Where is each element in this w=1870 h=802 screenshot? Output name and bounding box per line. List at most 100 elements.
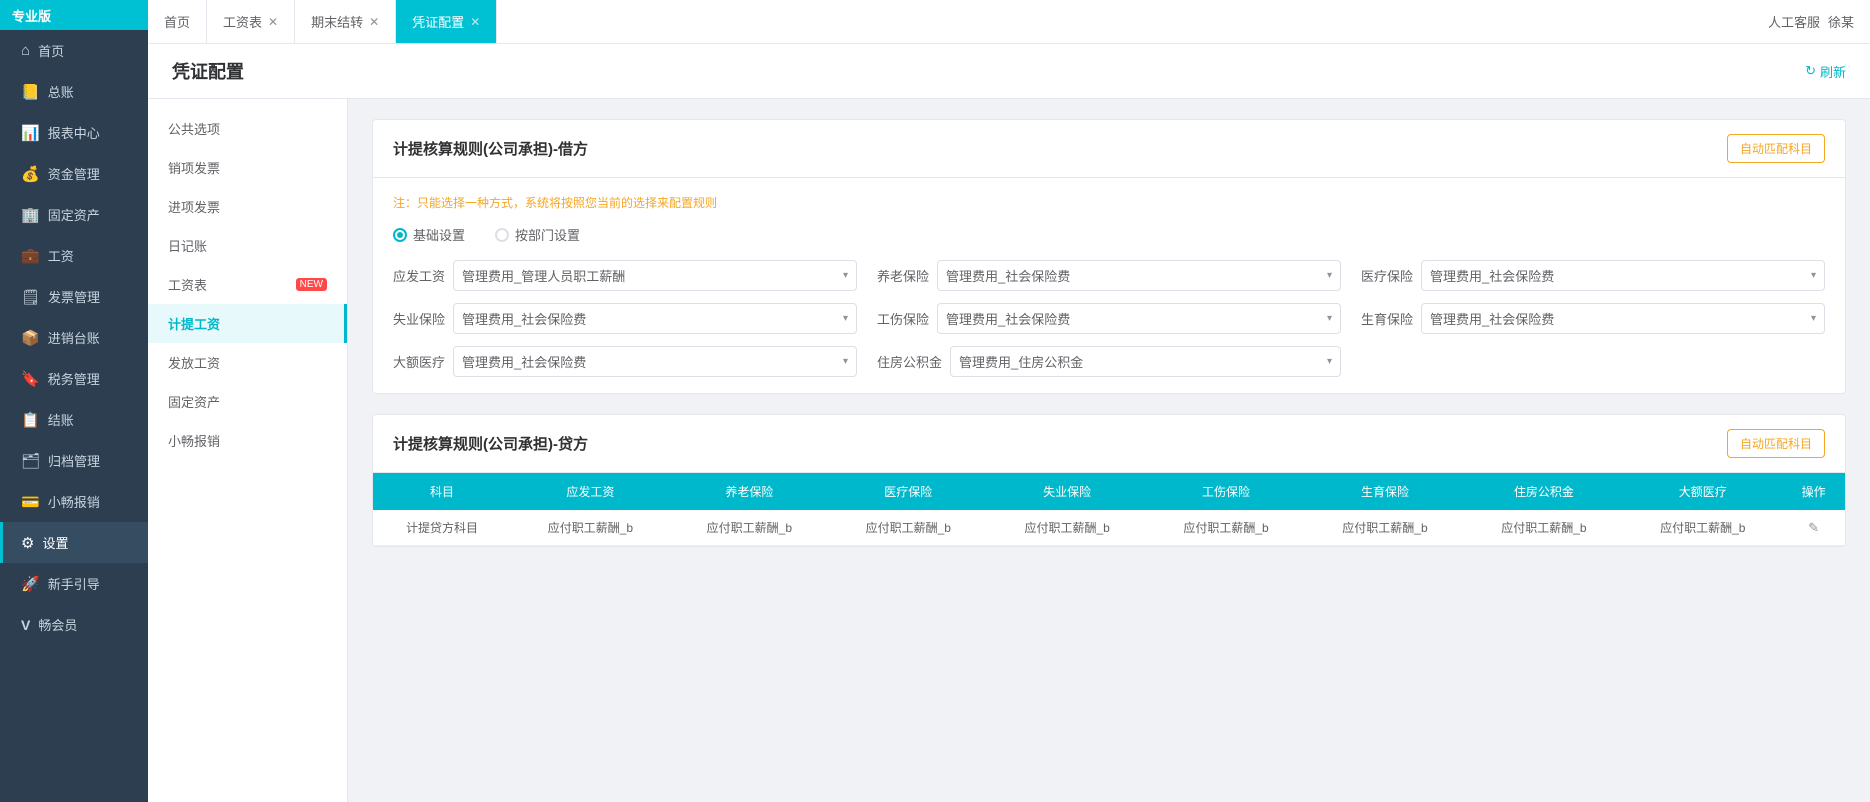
refresh-button[interactable]: ↻ 刷新 [1805,62,1846,81]
select-value: 管理费用_管理人员职工薪酬 [462,266,625,285]
radio-circle-dept [495,228,509,242]
sidebar-item-inventory[interactable]: 📦 进销台账 [0,317,148,358]
debit-auto-match-button[interactable]: 自动匹配科目 [1727,134,1825,163]
sidebar-item-general-ledger[interactable]: 📒 总账 [0,71,148,112]
table-row: 计提贷方科目 应付职工薪酬_b 应付职工薪酬_b 应付职工薪酬_b 应付职工薪酬… [373,510,1845,546]
label-yingfa: 应发工资 [393,266,445,285]
chevron-down-icon: ▾ [843,270,848,281]
sidebar-item-guide[interactable]: 🚀 新手引导 [0,563,148,604]
select-value: 管理费用_社会保险费 [1430,266,1554,285]
tab-close-icon[interactable]: ✕ [470,15,480,29]
sidebar-item-funds[interactable]: 💰 资金管理 [0,153,148,194]
radio-basic[interactable]: 基础设置 [393,225,465,244]
select-yiliao[interactable]: 管理费用_社会保险费 ▾ [1421,260,1825,291]
sidebar-item-label: 新手引导 [48,574,100,593]
col-header-yiliao: 医疗保险 [829,473,988,510]
cell-daejl: 应付职工薪酬_b [1623,510,1782,546]
sidebar-item-xiaochang[interactable]: 💳 小畅报销 [0,481,148,522]
sidebar-item-home[interactable]: ⌂ 首页 [0,30,148,71]
left-nav-sales-invoice[interactable]: 销项发票 [148,148,347,187]
left-nav-pay-salary[interactable]: 发放工资 [148,343,347,382]
edit-icon[interactable]: ✎ [1808,520,1819,535]
left-nav-journal[interactable]: 日记账 [148,226,347,265]
sidebar-item-label: 结账 [48,410,74,429]
select-daejl[interactable]: 管理费用_社会保险费 ▾ [453,346,857,377]
chevron-down-icon: ▾ [843,356,848,367]
sidebar-item-label: 税务管理 [48,369,100,388]
sidebar-item-salary[interactable]: 💼 工资 [0,235,148,276]
cell-yanglao: 应付职工薪酬_b [670,510,829,546]
select-yanglao[interactable]: 管理费用_社会保险费 ▾ [937,260,1341,291]
left-nav-label: 销项发票 [168,158,220,177]
tab-label: 凭证配置 [412,12,464,31]
select-shengyu[interactable]: 管理费用_社会保险费 ▾ [1421,303,1825,334]
label-shengyu: 生育保险 [1361,309,1413,328]
sidebar-item-member[interactable]: V 畅会员 [0,604,148,645]
sidebar-item-invoice[interactable]: 🗒 发票管理 [0,276,148,317]
left-nav-public[interactable]: 公共选项 [148,109,347,148]
chevron-down-icon: ▾ [843,313,848,324]
left-nav-label: 工资表 [168,275,207,294]
reports-icon: 📊 [21,124,40,142]
tab-label: 期末结转 [311,12,363,31]
right-panel: 计提核算规则(公司承担)-借方 自动匹配科目 注：只能选择一种方式，系统将按照您… [348,99,1870,802]
xiaochang-icon: 💳 [21,493,40,511]
sidebar-item-tax[interactable]: 🔖 税务管理 [0,358,148,399]
sidebar-item-archive[interactable]: 🗂 归档管理 [0,440,148,481]
cell-yiliao: 应付职工薪酬_b [829,510,988,546]
select-value: 管理费用_社会保险费 [946,309,1070,328]
col-header-zhufang: 住房公积金 [1464,473,1623,510]
left-nav-label: 发放工资 [168,353,220,372]
credit-table: 科目 应发工资 养老保险 医疗保险 失业保险 工伤保险 生育保险 住房公积金 大… [373,473,1845,546]
select-value: 管理费用_社会保险费 [462,352,586,371]
debit-section-title: 计提核算规则(公司承担)-借方 [393,138,588,159]
sidebar-item-label: 小畅报销 [48,492,100,511]
sidebar-item-settings[interactable]: ⚙ 设置 [0,522,148,563]
tab-voucher-config[interactable]: 凭证配置 ✕ [396,0,497,43]
select-gongshang[interactable]: 管理费用_社会保险费 ▾ [937,303,1341,334]
sidebar: 专业版 ⌂ 首页 📒 总账 📊 报表中心 💰 资金管理 🏢 固定资产 💼 工资 … [0,0,148,802]
funds-icon: 💰 [21,165,40,183]
tab-close-icon[interactable]: ✕ [268,15,278,29]
col-header-subject: 科目 [373,473,511,510]
chevron-down-icon: ▾ [1327,356,1332,367]
left-nav-xiaochang-expense[interactable]: 小畅报销 [148,421,347,460]
sidebar-item-label: 进销台账 [48,328,100,347]
sidebar-item-label: 畅会员 [38,615,77,634]
brand-logo: 专业版 [0,0,148,30]
select-zhufang[interactable]: 管理费用_住房公积金 ▾ [950,346,1341,377]
left-nav-label: 固定资产 [168,392,220,411]
cell-action[interactable]: ✎ [1782,510,1845,546]
form-row-daejl: 大额医疗 管理费用_社会保险费 ▾ [393,346,857,377]
select-shiye[interactable]: 管理费用_社会保险费 ▾ [453,303,857,334]
tab-home[interactable]: 首页 [148,0,207,43]
col-header-daejl: 大额医疗 [1623,473,1782,510]
credit-auto-match-button[interactable]: 自动匹配科目 [1727,429,1825,458]
sidebar-item-closing[interactable]: 📋 结账 [0,399,148,440]
left-nav-salary-list[interactable]: 工资表 NEW [148,265,347,304]
sidebar-item-label: 归档管理 [48,451,100,470]
sidebar-item-label: 固定资产 [48,205,100,224]
radio-dept[interactable]: 按部门设置 [495,225,580,244]
chevron-down-icon: ▾ [1327,313,1332,324]
label-yanglao: 养老保险 [877,266,929,285]
form-row-gongshang: 工伤保险 管理费用_社会保险费 ▾ [877,303,1341,334]
select-yingfa[interactable]: 管理费用_管理人员职工薪酬 ▾ [453,260,857,291]
select-value: 管理费用_住房公积金 [959,352,1083,371]
radio-circle-basic [393,228,407,242]
sidebar-item-assets[interactable]: 🏢 固定资产 [0,194,148,235]
sidebar-item-label: 设置 [42,533,68,552]
col-header-yanglao: 养老保险 [670,473,829,510]
debit-form-grid: 应发工资 管理费用_管理人员职工薪酬 ▾ 养老保险 管理费用_社会保险费 ▾ [393,260,1825,377]
topbar-right: 人工客服 徐某 [1768,12,1870,31]
left-nav-accrued-salary[interactable]: 计提工资 [148,304,347,343]
sidebar-item-label: 资金管理 [48,164,100,183]
tab-salary-table[interactable]: 工资表 ✕ [207,0,295,43]
debit-section-header: 计提核算规则(公司承担)-借方 自动匹配科目 [373,120,1845,178]
left-nav-fixed-assets[interactable]: 固定资产 [148,382,347,421]
sidebar-item-reports[interactable]: 📊 报表中心 [0,112,148,153]
left-nav-purchase-invoice[interactable]: 进项发票 [148,187,347,226]
select-value: 管理费用_社会保险费 [462,309,586,328]
tab-period-closing[interactable]: 期末结转 ✕ [295,0,396,43]
tab-close-icon[interactable]: ✕ [369,15,379,29]
